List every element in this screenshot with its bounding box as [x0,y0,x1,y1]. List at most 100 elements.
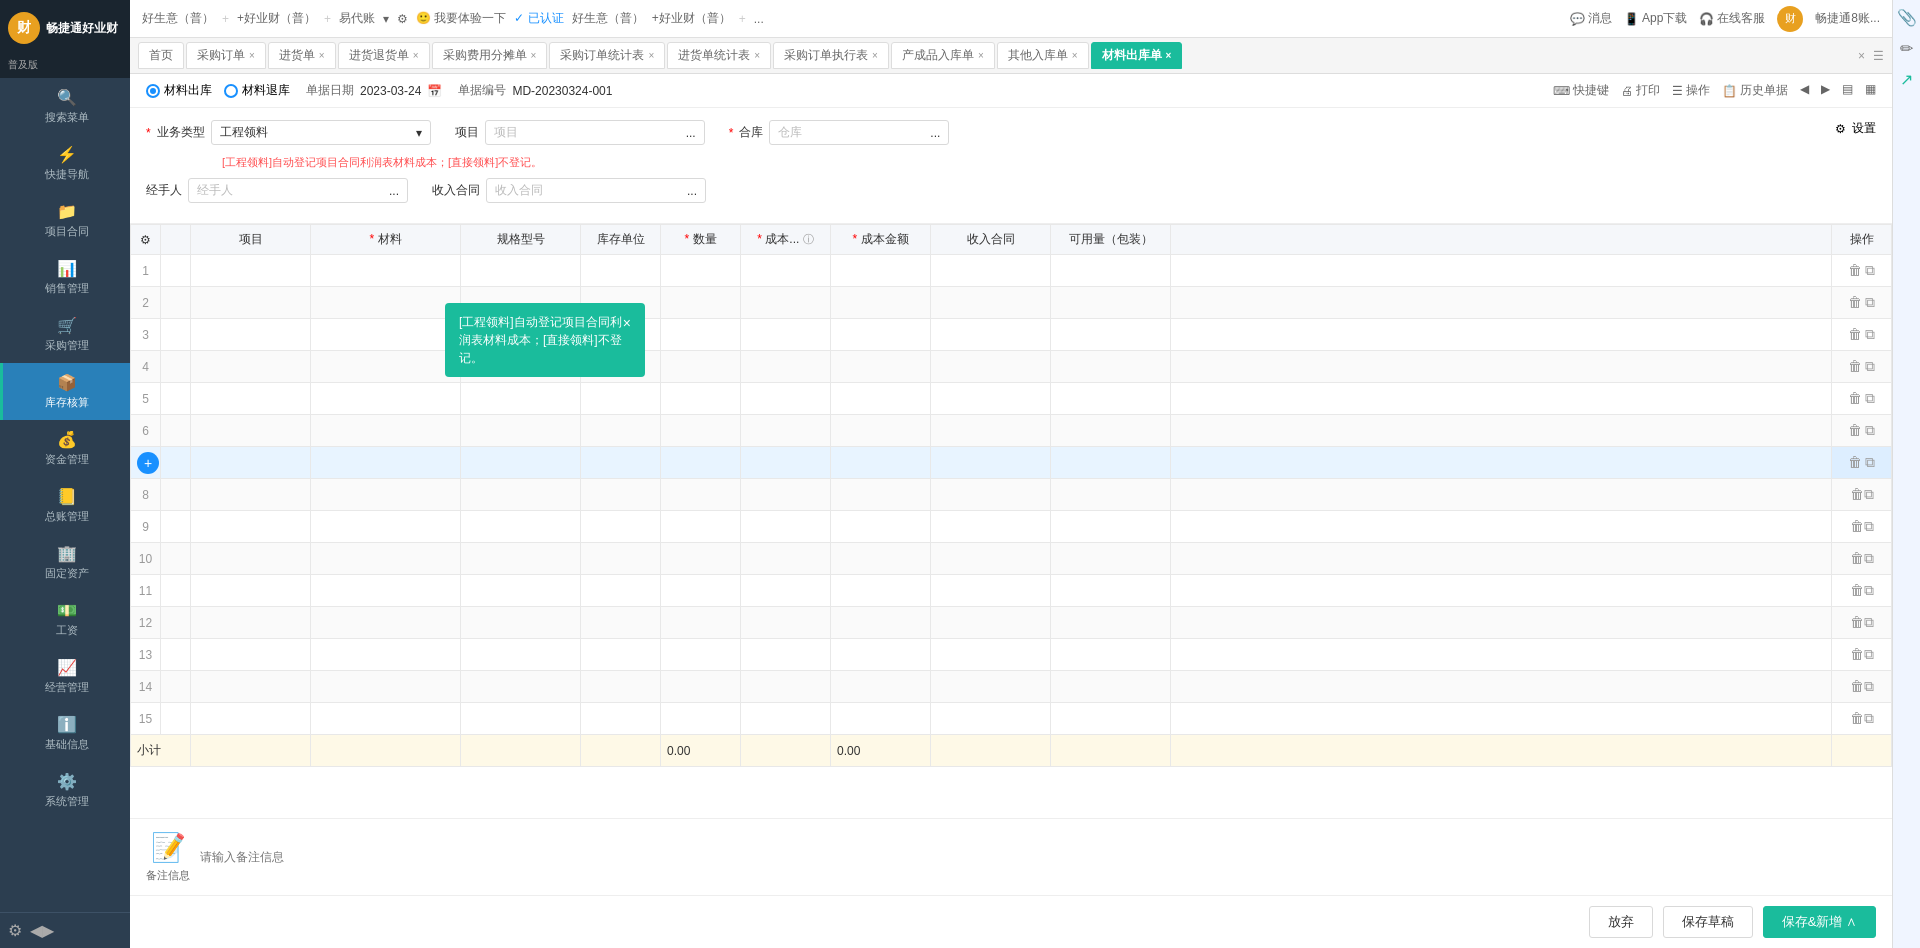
user-name[interactable]: 畅捷通8账... [1815,10,1880,27]
row-qty-cell[interactable] [661,319,741,351]
row-material-cell[interactable] [311,479,461,511]
row-project-cell[interactable] [191,287,311,319]
row-7-income-contract[interactable] [931,447,1051,479]
row-project-cell[interactable] [191,479,311,511]
income-contract-input[interactable]: 收入合同 ... [486,178,706,203]
row-material-cell[interactable] [311,703,461,735]
tab-arrival-close[interactable]: × [319,50,325,61]
tab-menu-icon[interactable]: ☰ [1873,49,1884,63]
row-qty-cell[interactable] [661,351,741,383]
detail-view-icon[interactable]: ▦ [1865,82,1876,99]
tab-other-in[interactable]: 其他入库单 × [997,42,1089,69]
right-panel-pen-icon[interactable]: ✏ [1900,39,1913,58]
row-cost-cell[interactable] [741,511,831,543]
copy-row-icon[interactable]: ⧉ [1864,646,1874,662]
topbar-dropdown[interactable]: ▾ [383,12,389,26]
row-project-cell[interactable] [191,351,311,383]
row-project-cell[interactable] [191,639,311,671]
copy-row-icon[interactable]: ⧉ [1864,486,1874,502]
row-project-cell[interactable] [191,607,311,639]
right-panel-attach-icon[interactable]: 📎 [1897,8,1917,27]
sidebar-item-inventory[interactable]: 📦 库存核算 [0,363,130,420]
row-project-cell[interactable] [191,383,311,415]
sidebar-item-basic[interactable]: ℹ️ 基础信息 [0,705,130,762]
grid-view-icon[interactable]: ▤ [1842,82,1853,99]
row-7-cost[interactable] [741,447,831,479]
row-income-contract-cell[interactable] [931,671,1051,703]
row-material-cell[interactable] [311,607,461,639]
sidebar-item-finance[interactable]: 💰 资金管理 [0,420,130,477]
topbar-app-download[interactable]: 📱 App下载 [1624,10,1687,27]
row-qty-cell[interactable] [661,383,741,415]
topbar-easy-trade[interactable]: 易代账 [339,10,375,27]
tab-purchase-order[interactable]: 采购订单 × [186,42,266,69]
copy-row-icon[interactable]: ⧉ [1864,678,1874,694]
row-material-cell[interactable] [311,319,461,351]
tab-home[interactable]: 首页 [138,42,184,69]
row-cost-cell[interactable] [741,639,831,671]
save-draft-button[interactable]: 保存草稿 [1663,906,1753,938]
shortcut-action[interactable]: ⌨ 快捷键 [1553,82,1609,99]
row-material-cell[interactable] [311,415,461,447]
tab-purchase-stat[interactable]: 采购订单统计表 × [549,42,665,69]
history-action[interactable]: 📋 历史单据 [1722,82,1788,99]
copy-row-icon[interactable]: ⧉ [1864,582,1874,598]
sidebar-item-system[interactable]: ⚙️ 系统管理 [0,762,130,819]
radio-material-return[interactable]: 材料退库 [224,82,290,99]
col-cost-info-icon[interactable]: ⓘ [803,233,814,245]
row-qty-cell[interactable] [661,639,741,671]
row-income-contract-cell[interactable] [931,255,1051,287]
topbar-certified2-good-biz[interactable]: 好生意（普） [572,10,644,27]
copy-row-icon[interactable]: ⧉ [1864,710,1874,726]
user-avatar[interactable]: 财 [1777,6,1803,32]
row-project-cell[interactable] [191,511,311,543]
copy-row-icon[interactable]: ⧉ [1864,614,1874,630]
row-spec-cell[interactable] [461,575,581,607]
sidebar-item-sales[interactable]: 📊 销售管理 [0,249,130,306]
delete-row-icon[interactable]: 🗑 [1850,678,1864,694]
row-cost-cell[interactable] [741,479,831,511]
delete-row-icon[interactable]: 🗑 [1850,710,1864,726]
tab-material-out[interactable]: 材料出库单 × [1091,42,1183,69]
row-cost-cell[interactable] [741,383,831,415]
row-income-contract-cell[interactable] [931,607,1051,639]
row-qty-cell[interactable] [661,575,741,607]
row-cost-cell[interactable] [741,671,831,703]
row-income-contract-cell[interactable] [931,415,1051,447]
notes-input[interactable] [200,850,1876,864]
settings-field[interactable]: ⚙ 设置 [1835,120,1876,137]
copy-row-icon[interactable]: ⧉ [1864,550,1874,566]
row-income-contract-cell[interactable] [931,479,1051,511]
tab-purchase-exec-close[interactable]: × [872,50,878,61]
prev-record-icon[interactable]: ◀ [1800,82,1809,99]
sidebar-item-ops[interactable]: 📈 经营管理 [0,648,130,705]
row-material-cell[interactable] [311,639,461,671]
tab-arrival-stat[interactable]: 进货单统计表 × [667,42,771,69]
topbar-certified2-good-wealth[interactable]: +好业财（普） [652,10,731,27]
row-material-cell[interactable] [311,671,461,703]
copy-row-icon[interactable]: ⧉ [1865,358,1875,374]
row-cost-cell[interactable] [741,607,831,639]
print-action[interactable]: 🖨 打印 [1621,82,1660,99]
row-income-contract-cell[interactable] [931,287,1051,319]
row-income-contract-cell[interactable] [931,351,1051,383]
copy-row-icon[interactable]: ⧉ [1865,390,1875,406]
radio-material-out[interactable]: 材料出库 [146,82,212,99]
row-project-cell[interactable] [191,415,311,447]
delete-row-7-icon[interactable]: 🗑 [1848,454,1862,470]
sidebar-item-project[interactable]: 📁 项目合同 [0,192,130,249]
copy-row-icon[interactable]: ⧉ [1865,422,1875,438]
manager-input[interactable]: 经手人 ... [188,178,408,203]
row-qty-cell[interactable] [661,543,741,575]
tab-close-all-icon[interactable]: × [1858,49,1865,63]
copy-row-icon[interactable]: ⧉ [1865,294,1875,310]
row-cost-cell[interactable] [741,287,831,319]
collapse-icon[interactable]: ◀▶ [30,921,54,940]
operate-action[interactable]: ☰ 操作 [1672,82,1710,99]
delete-row-icon[interactable]: 🗑 [1850,614,1864,630]
row-project-cell[interactable] [191,255,311,287]
tab-arrival-return[interactable]: 进货退货单 × [338,42,430,69]
topbar-good-wealth[interactable]: +好业财（普） [237,10,316,27]
warehouse-input[interactable]: 仓库 ... [769,120,949,145]
row-project-cell[interactable] [191,671,311,703]
